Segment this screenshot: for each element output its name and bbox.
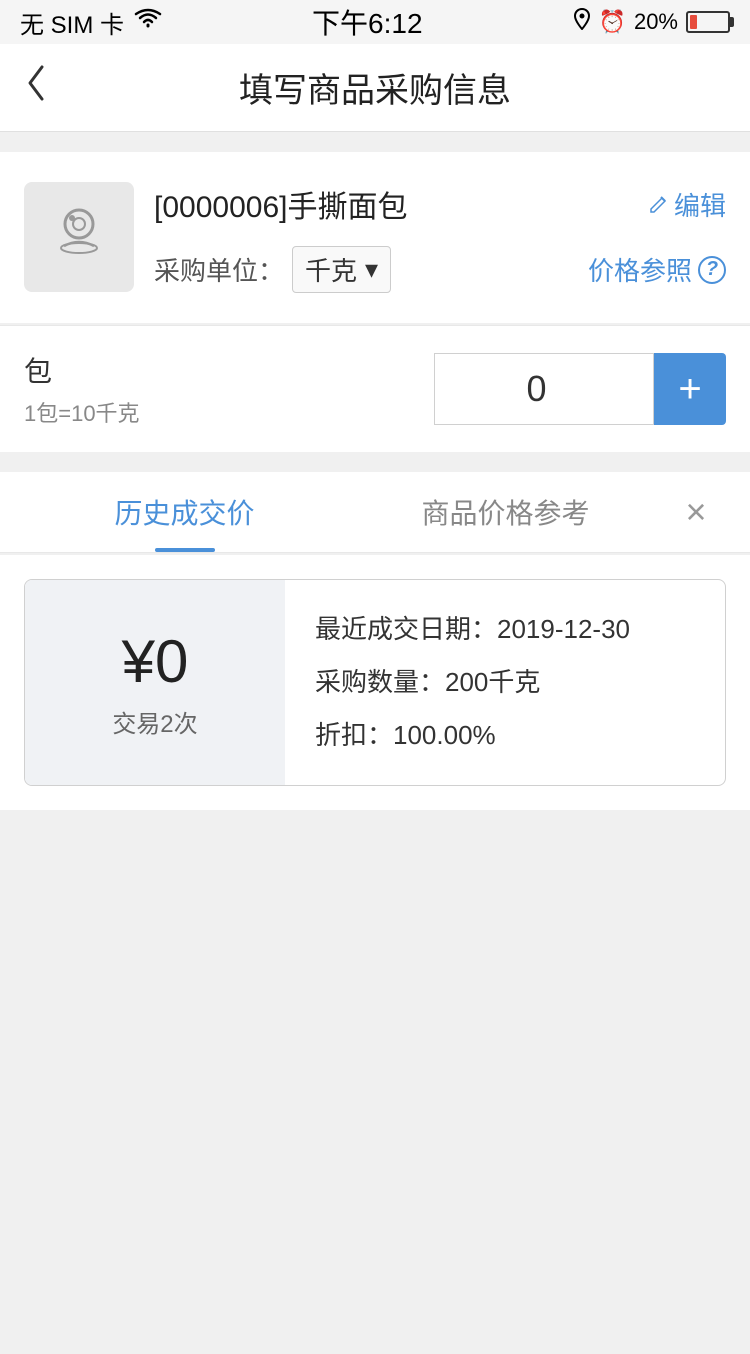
unit-select[interactable]: 千克 ▾ (292, 246, 391, 293)
quantity-conversion: 1包=10千克 (24, 396, 140, 428)
trade-count: 交易2次 (112, 704, 197, 739)
page-title: 填写商品采购信息 (239, 63, 511, 112)
battery-icon (686, 11, 730, 33)
price-value: 0 (155, 628, 188, 695)
date-label: 最近成交日期： (315, 614, 497, 644)
date-value: 2019-12-30 (497, 614, 630, 644)
carrier-text: 无 SIM 卡 (20, 5, 124, 40)
wifi-icon (134, 8, 162, 37)
edit-label: 编辑 (674, 186, 726, 223)
status-right: ⏰ 20% (573, 8, 730, 36)
price-detail-discount: 折扣：100.00% (315, 716, 695, 755)
status-bar: 无 SIM 卡 下午6:12 ⏰ 20% (0, 0, 750, 44)
product-info: [0000006]手撕面包 编辑 采购单位： 千克 ▾ (154, 182, 726, 293)
tab-history-price[interactable]: 历史成交价 (24, 472, 345, 552)
product-name: [0000006]手撕面包 (154, 182, 407, 226)
price-ref-help-icon: ? (698, 256, 726, 284)
price-card-left: ¥0 交易2次 (25, 580, 285, 785)
product-row: [0000006]手撕面包 编辑 采购单位： 千克 ▾ (24, 182, 726, 293)
back-button[interactable] (24, 63, 48, 112)
location-icon (573, 8, 591, 36)
price-detail-quantity: 采购数量：200千克 (315, 663, 695, 702)
unit-row: 采购单位： 千克 ▾ 价格参照 ? (154, 246, 726, 293)
product-name-row: [0000006]手撕面包 编辑 (154, 182, 726, 226)
unit-value: 千克 (305, 251, 357, 288)
currency-symbol: ¥ (122, 628, 155, 695)
edit-button[interactable]: 编辑 (648, 186, 726, 223)
product-image (44, 196, 114, 278)
nav-bar: 填写商品采购信息 (0, 44, 750, 132)
discount-value: 100.00% (393, 720, 496, 750)
price-card-right: 最近成交日期：2019-12-30 采购数量：200千克 折扣：100.00% (285, 580, 725, 785)
quantity-label-group: 包 1包=10千克 (24, 350, 140, 428)
price-reference-button[interactable]: 价格参照 ? (588, 251, 726, 288)
tab-product-label: 商品价格参考 (421, 492, 589, 532)
battery-fill (690, 15, 697, 29)
quantity-detail-value: 200千克 (445, 667, 540, 697)
discount-label: 折扣： (315, 720, 393, 750)
tab-bar: 历史成交价 商品价格参考 × (0, 472, 750, 553)
product-section: [0000006]手撕面包 编辑 采购单位： 千克 ▾ (0, 152, 750, 323)
price-ref-label: 价格参照 (588, 251, 692, 288)
tab-product-price[interactable]: 商品价格参考 (345, 472, 666, 552)
status-left: 无 SIM 卡 (20, 5, 162, 40)
quantity-plus-button[interactable]: + (654, 353, 726, 425)
close-tab-button[interactable]: × (666, 482, 726, 542)
quantity-input-group: + (434, 353, 726, 425)
dropdown-arrow-icon: ▾ (365, 254, 378, 285)
quantity-unit: 包 (24, 350, 140, 390)
price-card-container: ¥0 交易2次 最近成交日期：2019-12-30 采购数量：200千克 折扣：… (0, 555, 750, 810)
quantity-input[interactable] (434, 353, 654, 425)
status-time: 下午6:12 (312, 2, 423, 42)
quantity-label: 采购数量： (315, 667, 445, 697)
unit-label: 采购单位： (154, 251, 284, 288)
tab-history-label: 历史成交价 (114, 492, 254, 532)
product-thumbnail (24, 182, 134, 292)
price-amount: ¥0 (122, 627, 189, 696)
main-content: [0000006]手撕面包 编辑 采购单位： 千克 ▾ (0, 152, 750, 1354)
price-card: ¥0 交易2次 最近成交日期：2019-12-30 采购数量：200千克 折扣：… (24, 579, 726, 786)
battery-percent: 20% (634, 9, 678, 35)
price-detail-date: 最近成交日期：2019-12-30 (315, 610, 695, 649)
quantity-section: 包 1包=10千克 + (0, 325, 750, 452)
alarm-icon: ⏰ (599, 9, 626, 35)
